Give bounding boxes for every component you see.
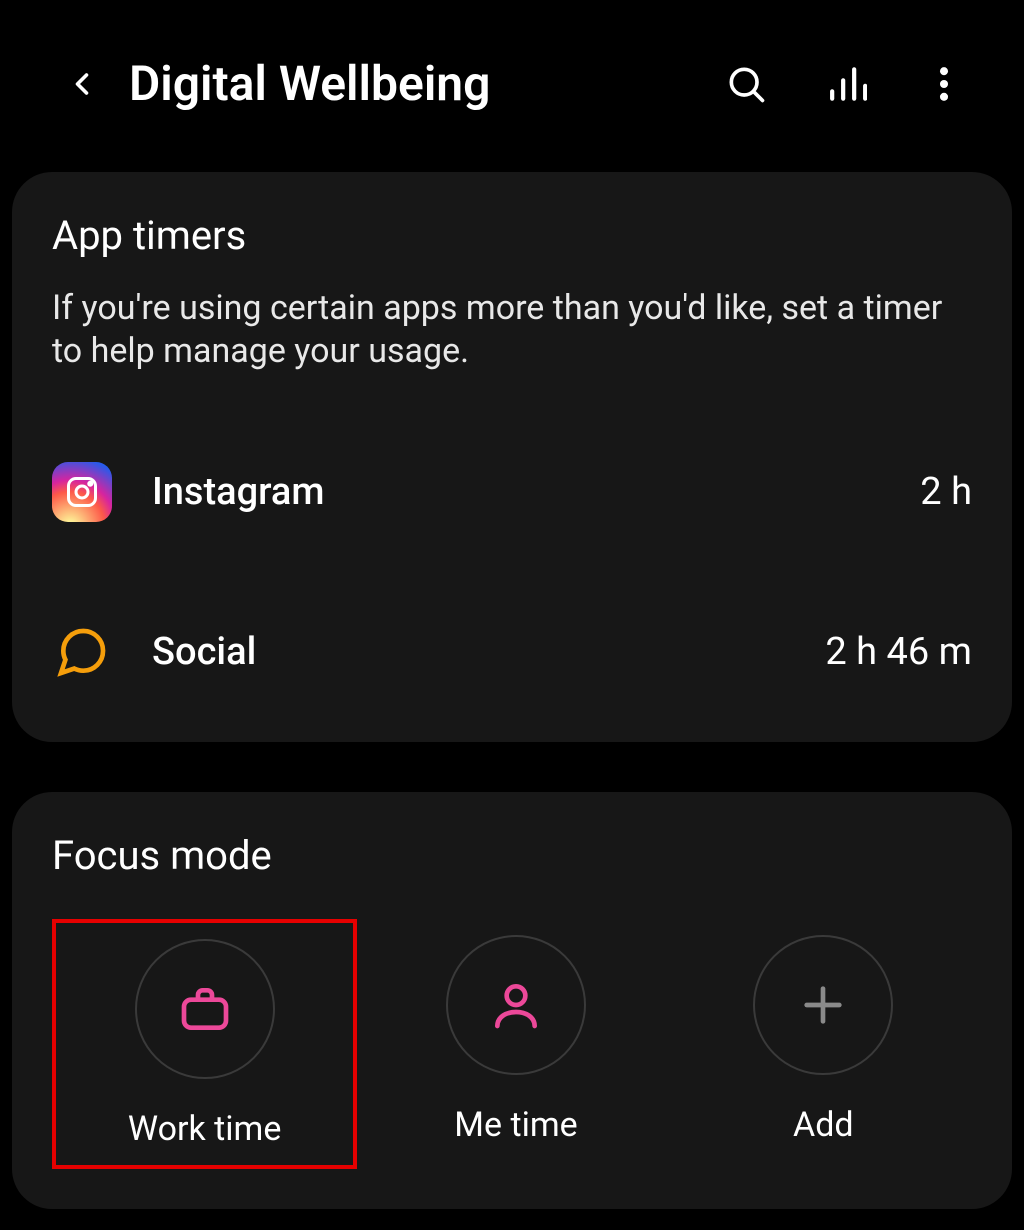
bar-chart-icon — [823, 62, 867, 106]
more-button[interactable] — [922, 62, 966, 106]
mode-label: Work time — [128, 1109, 281, 1149]
app-name-label: Instagram — [152, 470, 880, 514]
app-timers-title: App timers — [52, 212, 972, 259]
chat-bubble-icon — [54, 624, 110, 680]
app-timer-row-social[interactable]: Social 2 h 46 m — [52, 612, 972, 692]
person-icon — [488, 977, 544, 1033]
mode-label: Add — [793, 1105, 854, 1145]
mode-circle — [753, 935, 893, 1075]
mode-label: Me time — [454, 1105, 577, 1145]
app-header: Digital Wellbeing — [0, 0, 1024, 152]
app-timers-description: If you're using certain apps more than y… — [52, 287, 972, 372]
focus-mode-card: Focus mode Work time Me time — [12, 792, 1012, 1209]
focus-mode-add[interactable]: Add — [675, 919, 972, 1161]
app-time-value: 2 h 46 m — [825, 630, 972, 674]
plus-icon — [795, 977, 851, 1033]
instagram-app-icon — [52, 462, 112, 522]
instagram-icon — [64, 474, 100, 510]
focus-modes-row: Work time Me time Add — [52, 919, 972, 1169]
app-name-label: Social — [152, 630, 785, 674]
app-timers-card: App timers If you're using certain apps … — [12, 172, 1012, 742]
back-button[interactable] — [60, 62, 104, 106]
mode-circle — [135, 939, 275, 1079]
header-actions — [724, 62, 984, 106]
focus-mode-work-time[interactable]: Work time — [52, 919, 357, 1169]
stats-button[interactable] — [823, 62, 867, 106]
more-vertical-icon — [922, 62, 966, 106]
page-title: Digital Wellbeing — [129, 55, 490, 112]
chevron-left-icon — [64, 66, 100, 102]
search-button[interactable] — [724, 62, 768, 106]
mode-circle — [446, 935, 586, 1075]
focus-mode-title: Focus mode — [52, 832, 972, 879]
search-icon — [724, 62, 768, 106]
focus-mode-me-time[interactable]: Me time — [367, 919, 664, 1161]
social-app-icon — [52, 622, 112, 682]
briefcase-icon — [177, 981, 233, 1037]
app-timer-row-instagram[interactable]: Instagram 2 h — [52, 452, 972, 532]
app-time-value: 2 h — [920, 470, 972, 514]
